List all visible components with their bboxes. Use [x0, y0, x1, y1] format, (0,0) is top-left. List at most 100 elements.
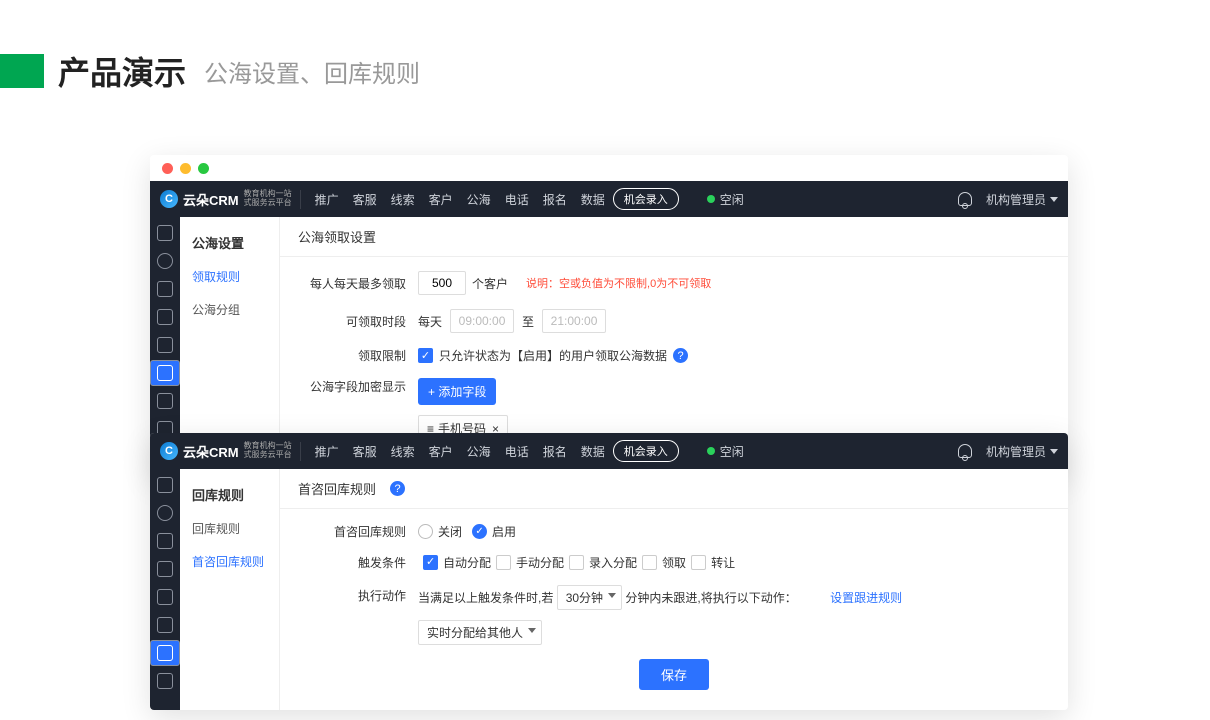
radio-on-label: 启用 — [492, 523, 516, 540]
rail-icon[interactable] — [157, 281, 173, 297]
nav-item[interactable]: 报名 — [543, 191, 567, 208]
nav-item[interactable]: 客户 — [429, 443, 453, 460]
chk-transfer[interactable] — [691, 555, 706, 570]
rail-icon[interactable] — [157, 505, 173, 521]
limit-text: 只允许状态为【启用】的用户领取公海数据 — [439, 347, 667, 364]
rail-icon[interactable] — [157, 673, 173, 689]
rail-icon[interactable] — [157, 589, 173, 605]
input-from-time[interactable] — [450, 309, 514, 333]
link-followup-rule[interactable]: 设置跟进规则 — [830, 591, 902, 605]
content-header: 公海领取设置 — [280, 217, 1068, 257]
rail-icon-active[interactable] — [150, 640, 180, 666]
user-dropdown[interactable]: 机构管理员 — [986, 191, 1058, 208]
rail-icon[interactable] — [157, 533, 173, 549]
opportunity-entry-button[interactable]: 机会录入 — [613, 188, 679, 210]
unit-text: 个客户 — [472, 275, 508, 292]
daily-text: 每天 — [418, 313, 442, 330]
brand-logo: C 云朵CRM 教育机构一站 式服务云平台 — [160, 190, 301, 209]
nav-item[interactable]: 电话 — [505, 191, 529, 208]
logo-text: 云朵CRM — [183, 190, 239, 209]
chevron-down-icon — [1050, 449, 1058, 454]
rail-icon[interactable] — [157, 225, 173, 241]
add-field-button[interactable]: + 添加字段 — [418, 378, 496, 405]
status-dot-icon — [707, 195, 715, 203]
rail-icon[interactable] — [157, 617, 173, 633]
nav-item[interactable]: 公海 — [467, 443, 491, 460]
nav-item[interactable]: 报名 — [543, 443, 567, 460]
nav-items: 推广 客服 线索 客户 公海 电话 报名 数据 — [315, 191, 605, 208]
content-header: 首咨回库规则 ? — [280, 469, 1068, 509]
chk-manual[interactable] — [496, 555, 511, 570]
status-indicator[interactable]: 空闲 — [707, 443, 744, 460]
label-rule: 首咨回库规则 — [258, 523, 418, 540]
side-item-claim-rule[interactable]: 领取规则 — [180, 260, 279, 293]
nav-item[interactable]: 推广 — [315, 191, 339, 208]
status-dot-icon — [707, 447, 715, 455]
nav-item[interactable]: 客户 — [429, 191, 453, 208]
top-nav: C 云朵CRM 教育机构一站 式服务云平台 推广 客服 线索 客户 公海 电话 … — [150, 181, 1068, 217]
chk-claim[interactable] — [642, 555, 657, 570]
action-prefix: 当满足以上触发条件时,若 — [418, 591, 553, 605]
checkbox-limit[interactable] — [418, 348, 433, 363]
slide-title-sub: 公海设置、回库规则 — [204, 54, 420, 89]
nav-item[interactable]: 线索 — [391, 443, 415, 460]
input-to-time[interactable] — [542, 309, 606, 333]
rail-icon[interactable] — [157, 337, 173, 353]
rail-icon-active[interactable] — [150, 360, 180, 386]
user-label: 机构管理员 — [986, 191, 1046, 208]
help-icon[interactable]: ? — [390, 481, 405, 496]
nav-item[interactable]: 数据 — [581, 191, 605, 208]
nav-item[interactable]: 客服 — [353, 191, 377, 208]
minimize-dot[interactable] — [180, 163, 191, 174]
rail-icon[interactable] — [157, 253, 173, 269]
chk-auto[interactable] — [423, 555, 438, 570]
slide-title-main: 产品演示 — [58, 48, 186, 94]
label-time-range: 可领取时段 — [298, 313, 418, 330]
logo-subtitle: 教育机构一站 式服务云平台 — [244, 190, 292, 208]
rail-icon[interactable] — [157, 393, 173, 409]
nav-item[interactable]: 线索 — [391, 191, 415, 208]
user-label: 机构管理员 — [986, 443, 1046, 460]
nav-item[interactable]: 推广 — [315, 443, 339, 460]
label-encrypt: 公海字段加密显示 — [298, 378, 418, 395]
select-action[interactable]: 实时分配给其他人 — [418, 620, 542, 645]
panel-return-rule: C 云朵CRM 教育机构一站 式服务云平台 推广 客服 线索 客户 公海 电话 … — [150, 433, 1068, 710]
side-item-group[interactable]: 公海分组 — [180, 293, 279, 326]
nav-item[interactable]: 电话 — [505, 443, 529, 460]
logo-icon: C — [160, 442, 178, 460]
nav-item[interactable]: 客服 — [353, 443, 377, 460]
label-claim-limit: 领取限制 — [298, 347, 418, 364]
window-controls — [150, 155, 1068, 181]
status-text: 空闲 — [720, 443, 744, 460]
rail-icon[interactable] — [157, 477, 173, 493]
radio-on[interactable] — [472, 524, 487, 539]
close-dot[interactable] — [162, 163, 173, 174]
label-trigger: 触发条件 — [258, 554, 418, 571]
side-menu-title: 回库规则 — [180, 477, 279, 512]
rail-icon[interactable] — [157, 309, 173, 325]
select-timeout[interactable]: 30分钟 — [557, 585, 622, 610]
note-text: 说明：空或负值为不限制,0为不可领取 — [526, 275, 711, 291]
maximize-dot[interactable] — [198, 163, 209, 174]
bell-icon[interactable] — [958, 192, 972, 206]
nav-item[interactable]: 数据 — [581, 443, 605, 460]
save-button[interactable]: 保存 — [639, 659, 709, 690]
bell-icon[interactable] — [958, 444, 972, 458]
input-max-claim[interactable] — [418, 271, 466, 295]
logo-text: 云朵CRM — [183, 442, 239, 461]
action-mid: 分钟内未跟进,将执行以下动作： — [625, 591, 796, 605]
user-dropdown[interactable]: 机构管理员 — [986, 443, 1058, 460]
chevron-down-icon — [1050, 197, 1058, 202]
brand-logo: C 云朵CRM 教育机构一站 式服务云平台 — [160, 442, 301, 461]
chk-entry[interactable] — [569, 555, 584, 570]
opportunity-entry-button[interactable]: 机会录入 — [613, 440, 679, 462]
radio-off[interactable] — [418, 524, 433, 539]
logo-icon: C — [160, 190, 178, 208]
help-icon[interactable]: ? — [673, 348, 688, 363]
panel-public-sea: C 云朵CRM 教育机构一站 式服务云平台 推广 客服 线索 客户 公海 电话 … — [150, 155, 1068, 476]
to-label: 至 — [522, 313, 534, 330]
side-menu-title: 公海设置 — [180, 225, 279, 260]
nav-item[interactable]: 公海 — [467, 191, 491, 208]
rail-icon[interactable] — [157, 561, 173, 577]
status-indicator[interactable]: 空闲 — [707, 191, 744, 208]
